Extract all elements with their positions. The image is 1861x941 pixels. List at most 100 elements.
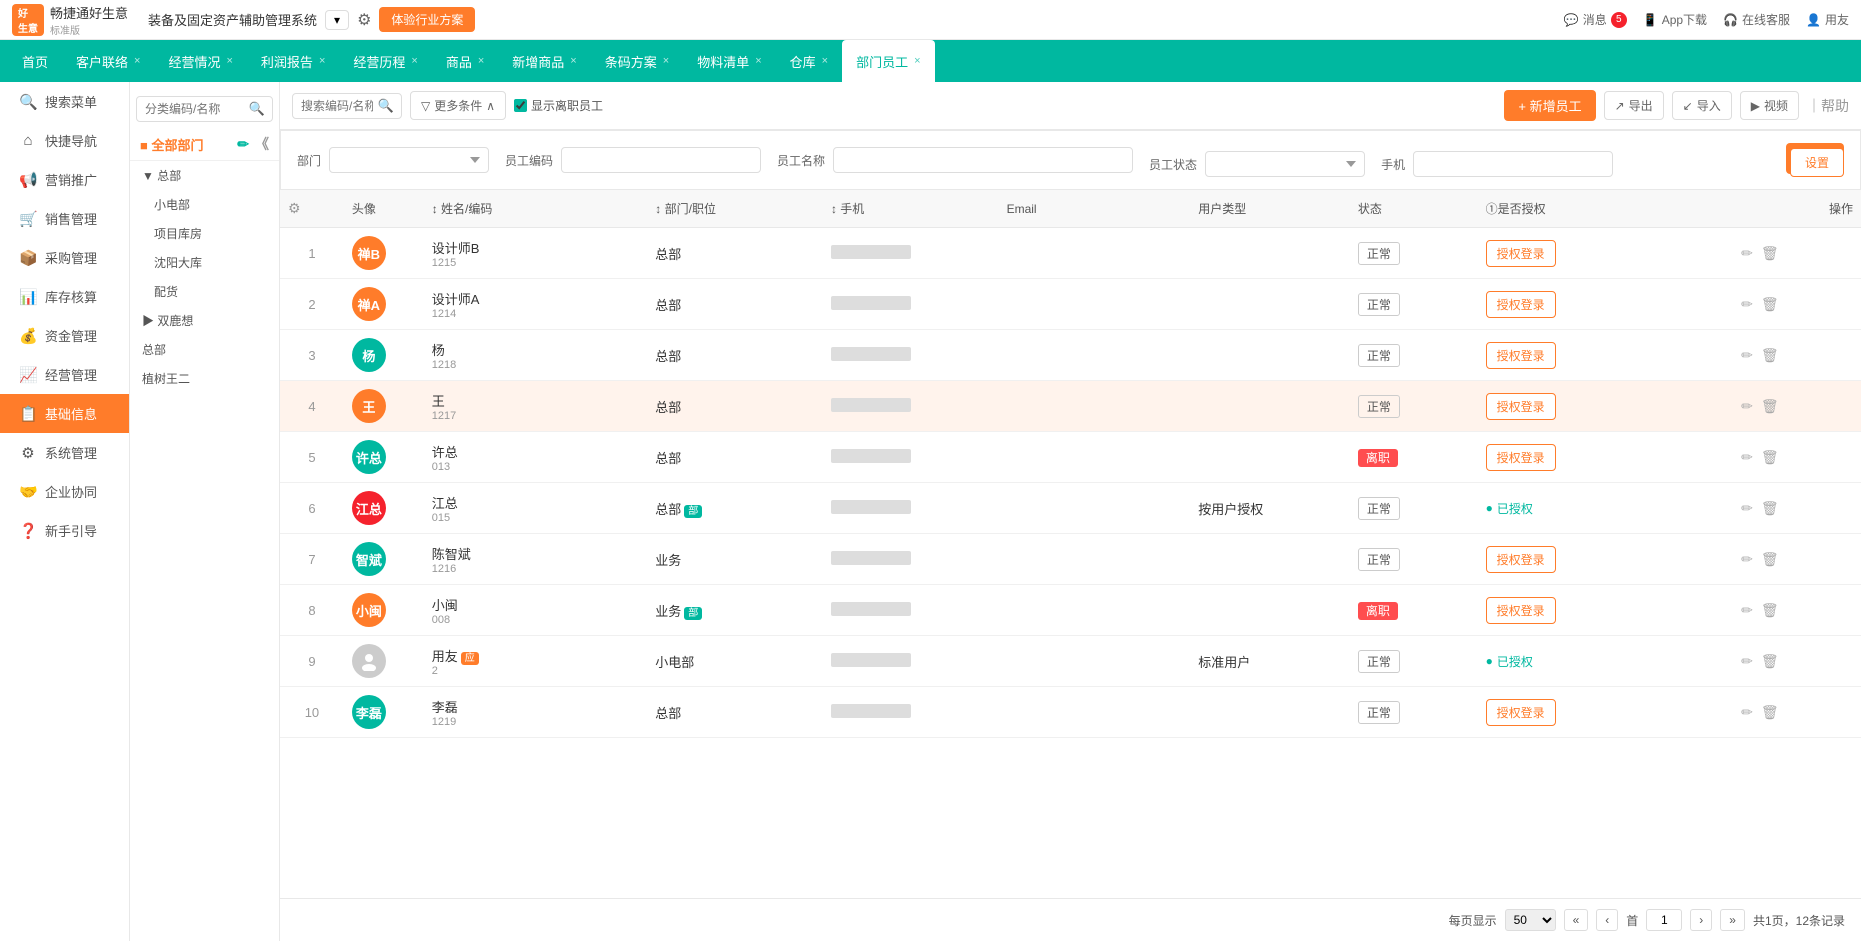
edit-dept-icon[interactable]: ✏ [237,136,249,153]
next-page-btn[interactable]: › [1690,909,1712,931]
delete-icon[interactable]: 🗑 [1761,704,1779,721]
delete-icon[interactable]: 🗑 [1761,653,1779,670]
dept-item-distribution[interactable]: 配货 [130,277,279,306]
settings-icon[interactable]: ⚙ [357,10,371,30]
close-icon[interactable]: × [134,55,140,67]
close-icon[interactable]: × [663,55,669,67]
import-btn[interactable]: ↙ 导入 [1672,91,1732,120]
tab-business[interactable]: 经营情况 × [154,40,246,82]
edit-icon[interactable]: ✏ [1741,653,1753,670]
th-phone[interactable]: ↕ 手机 [823,190,999,228]
close-icon[interactable]: × [319,55,325,67]
phone-input[interactable] [1413,151,1613,177]
last-page-btn[interactable]: » [1720,909,1745,931]
collapse-dept-btn[interactable]: 《 [255,134,269,154]
auth-login-btn[interactable]: 授权登录 [1486,546,1556,573]
dept-filter-select[interactable] [329,147,489,173]
sidebar-item-purchase[interactable]: 📦 采购管理 [0,238,129,277]
edit-icon[interactable]: ✏ [1741,500,1753,517]
edit-icon[interactable]: ✏ [1741,347,1753,364]
dept-item-planting[interactable]: 植树王二 [130,364,279,393]
auth-login-btn[interactable]: 授权登录 [1486,240,1556,267]
auth-login-btn[interactable]: 授权登录 [1486,342,1556,369]
auth-login-btn[interactable]: 授权登录 [1486,444,1556,471]
edit-icon[interactable]: ✏ [1741,398,1753,415]
dept-item-hq2[interactable]: 总部 [130,335,279,364]
dept-item-double-dream[interactable]: ▶ 双鹿想 [130,306,279,335]
tab-home[interactable]: 首页 [8,40,62,82]
delete-icon[interactable]: 🗑 [1761,398,1779,415]
sidebar-item-search[interactable]: 🔍 搜索菜单 [0,82,129,121]
edit-icon[interactable]: ✏ [1741,449,1753,466]
sidebar-item-sales[interactable]: 🛒 销售管理 [0,199,129,238]
edit-icon[interactable]: ✏ [1741,704,1753,721]
support-btn[interactable]: 🎧 在线客服 [1723,11,1790,28]
per-page-select[interactable]: 50 100 [1505,909,1556,931]
system-dropdown-btn[interactable]: ▾ [325,10,349,30]
dept-search-icon[interactable]: 🔍 [249,101,265,117]
delete-icon[interactable]: 🗑 [1761,500,1779,517]
auth-login-btn[interactable]: 授权登录 [1486,699,1556,726]
th-name[interactable]: ↕ 姓名/编码 [424,190,648,228]
delete-icon[interactable]: 🗑 [1761,449,1779,466]
tab-profit[interactable]: 利润报告 × [247,40,339,82]
close-icon[interactable]: × [822,55,828,67]
add-employee-btn[interactable]: + 新增员工 [1504,90,1595,121]
sidebar-item-finance[interactable]: 💰 资金管理 [0,316,129,355]
video-btn[interactable]: ▶ 视频 [1740,91,1799,120]
delete-icon[interactable]: 🗑 [1761,347,1779,364]
prev-page-btn[interactable]: ‹ [1596,909,1618,931]
auth-login-btn[interactable]: 授权登录 [1486,597,1556,624]
emp-name-input[interactable] [833,147,1133,173]
tab-customer[interactable]: 客户联络 × [62,40,154,82]
set-btn[interactable]: 设置 [1790,148,1844,177]
sidebar-item-basic[interactable]: 📋 基础信息 [0,394,129,433]
edit-icon[interactable]: ✏ [1741,245,1753,262]
help-icon[interactable]: ｜帮助 [1807,96,1849,116]
sidebar-item-collab[interactable]: 🤝 企业协同 [0,472,129,511]
try-btn[interactable]: 体验行业方案 [379,7,475,32]
more-conditions-btn[interactable]: ▽ 更多条件 ∧ [410,91,506,120]
dept-item-small-elec[interactable]: 小电部 [130,190,279,219]
auth-login-btn[interactable]: 授权登录 [1486,291,1556,318]
th-dept[interactable]: ↕ 部门/职位 [647,190,823,228]
sidebar-item-marketing[interactable]: 📢 营销推广 [0,160,129,199]
export-btn[interactable]: ↗ 导出 [1604,91,1664,120]
show-resigned-checkbox[interactable]: 显示离职员工 [514,97,603,114]
emp-code-input[interactable] [561,147,761,173]
delete-icon[interactable]: 🗑 [1761,245,1779,262]
close-icon[interactable]: × [226,55,232,67]
sidebar-item-inventory[interactable]: 📊 库存核算 [0,277,129,316]
sidebar-item-shortcut[interactable]: ⌂ 快捷导航 [0,121,129,160]
tab-new-goods[interactable]: 新增商品 × [498,40,590,82]
close-icon[interactable]: × [478,55,484,67]
tab-process[interactable]: 经营历程 × [339,40,431,82]
edit-icon[interactable]: ✏ [1741,551,1753,568]
first-page-btn[interactable]: « [1564,909,1589,931]
dept-item-shenyang[interactable]: 沈阳大库 [130,248,279,277]
edit-icon[interactable]: ✏ [1741,602,1753,619]
auth-login-btn[interactable]: 授权登录 [1486,393,1556,420]
close-icon[interactable]: × [914,55,920,67]
messages-btn[interactable]: 💬 消息 5 [1564,11,1627,28]
sidebar-item-operation[interactable]: 📈 经营管理 [0,355,129,394]
tab-warehouse[interactable]: 仓库 × [776,40,842,82]
status-filter-select[interactable] [1205,151,1365,177]
close-icon[interactable]: × [755,55,761,67]
th-settings[interactable]: ⚙ [280,190,344,228]
tab-staff[interactable]: 部门员工 × [842,40,934,82]
app-download-btn[interactable]: 📱 App下载 [1643,11,1707,28]
delete-icon[interactable]: 🗑 [1761,551,1779,568]
dept-item-hq-root[interactable]: ▼ 总部 [130,161,279,190]
search-icon[interactable]: 🔍 [378,98,394,114]
show-resigned-input[interactable] [514,99,527,112]
dept-item-project[interactable]: 项目库房 [130,219,279,248]
sidebar-item-guide[interactable]: ❓ 新手引导 [0,511,129,550]
sidebar-item-system[interactable]: ⚙ 系统管理 [0,433,129,472]
delete-icon[interactable]: 🗑 [1761,602,1779,619]
edit-icon[interactable]: ✏ [1741,296,1753,313]
user-area[interactable]: 👤 用友 [1806,11,1849,28]
close-icon[interactable]: × [411,55,417,67]
close-icon[interactable]: × [570,55,576,67]
page-number-input[interactable] [1646,909,1682,931]
